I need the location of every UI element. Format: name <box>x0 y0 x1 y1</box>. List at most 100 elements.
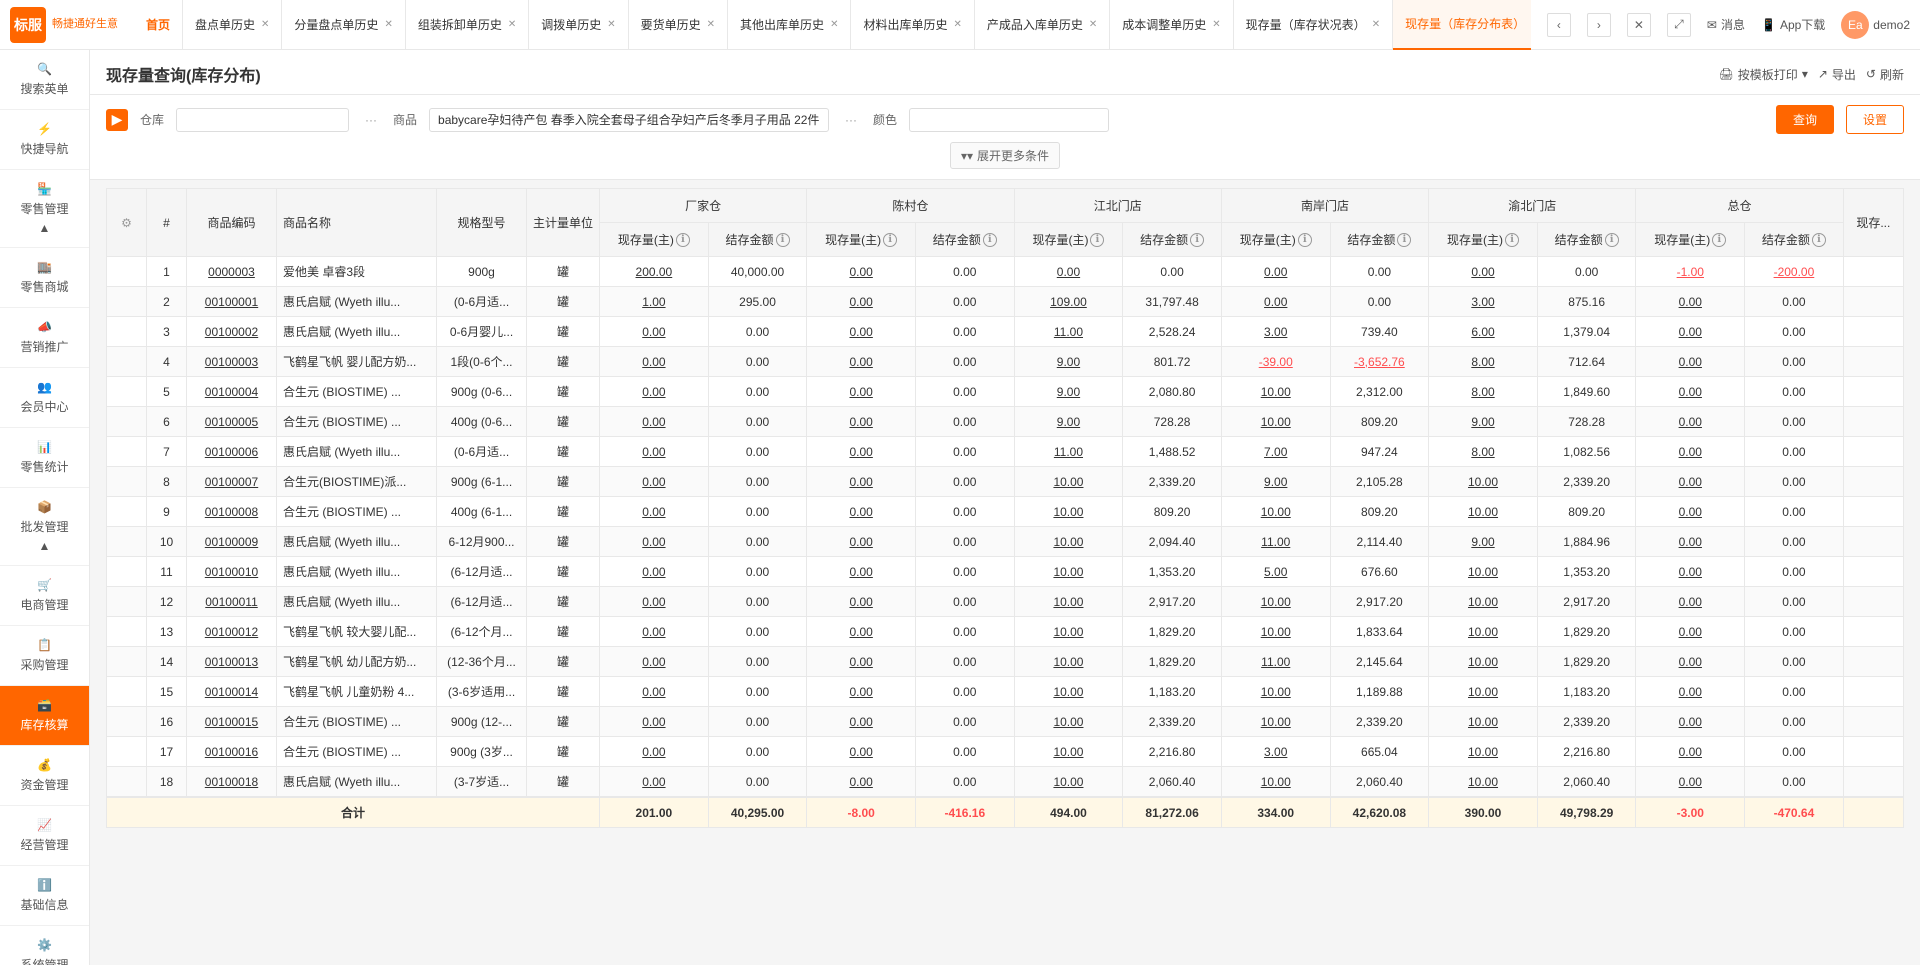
tab-next-btn[interactable]: › <box>1587 13 1611 37</box>
tab-close-icon[interactable]: ✕ <box>830 19 838 30</box>
table-cell[interactable]: 10.00 <box>1221 377 1330 407</box>
table-cell[interactable]: 10.00 <box>1014 617 1123 647</box>
tab-close-icon[interactable]: ✕ <box>384 19 392 30</box>
row-code[interactable]: 00100007 <box>187 467 277 497</box>
table-cell[interactable]: 0.00 <box>807 737 916 767</box>
tab-material_out[interactable]: 材料出库单历史✕ <box>851 0 974 50</box>
table-cell[interactable]: 0.00 <box>807 497 916 527</box>
tab-stock_status[interactable]: 现存量（库存状况表）✕ <box>1234 0 1393 50</box>
table-cell[interactable]: 0.00 <box>1636 707 1745 737</box>
tab-stock_dist[interactable]: 现存量（库存分布表）✕ <box>1393 0 1531 50</box>
tab-close-icon[interactable]: ✕ <box>508 19 516 30</box>
table-cell[interactable]: 10.00 <box>1221 707 1330 737</box>
row-code[interactable]: 00100005 <box>187 407 277 437</box>
table-cell[interactable]: 0.00 <box>1636 407 1745 437</box>
row-code[interactable]: 00100009 <box>187 527 277 557</box>
table-cell[interactable]: 0.00 <box>600 377 709 407</box>
export-btn[interactable]: ↗ 导出 <box>1818 66 1856 83</box>
table-cell[interactable]: 9.00 <box>1014 347 1123 377</box>
table-cell[interactable]: 7.00 <box>1221 437 1330 467</box>
row-code[interactable]: 00100004 <box>187 377 277 407</box>
refresh-btn[interactable]: ↺ 刷新 <box>1866 66 1904 83</box>
table-cell[interactable]: 0.00 <box>1636 737 1745 767</box>
table-cell[interactable]: 0.00 <box>807 617 916 647</box>
filter-expand-btn[interactable]: ▶ <box>106 109 128 131</box>
table-cell[interactable]: 0.00 <box>1636 437 1745 467</box>
tab-combo[interactable]: 组装拆卸单历史✕ <box>406 0 529 50</box>
sidebar-item-retail_mgmt[interactable]: 🏪零售管理▲ <box>0 170 89 248</box>
table-cell[interactable]: 0.00 <box>600 767 709 798</box>
table-cell[interactable]: 10.00 <box>1014 527 1123 557</box>
table-cell[interactable]: 0.00 <box>600 677 709 707</box>
message-btn[interactable]: ✉ 消息 <box>1707 16 1745 33</box>
sidebar-item-finance[interactable]: 💰资金管理 <box>0 746 89 806</box>
table-cell[interactable]: 8.00 <box>1429 437 1538 467</box>
table-cell[interactable]: 10.00 <box>1429 557 1538 587</box>
table-cell[interactable]: 0.00 <box>600 497 709 527</box>
sidebar-item-ecommerce[interactable]: 🛒电商管理 <box>0 566 89 626</box>
table-cell[interactable]: 10.00 <box>1429 767 1538 798</box>
row-code[interactable]: 00100014 <box>187 677 277 707</box>
table-cell[interactable]: 0.00 <box>1014 257 1123 287</box>
table-cell[interactable]: 10.00 <box>1221 677 1330 707</box>
table-cell[interactable]: 10.00 <box>1429 647 1538 677</box>
sidebar-item-retail_store[interactable]: 🏬零售商城 <box>0 248 89 308</box>
tab-home[interactable]: 首页 <box>134 0 183 50</box>
table-cell[interactable]: 0.00 <box>1636 557 1745 587</box>
warehouse-input[interactable] <box>176 108 349 132</box>
table-cell[interactable]: 10.00 <box>1014 647 1123 677</box>
table-cell[interactable]: 1.00 <box>600 287 709 317</box>
table-cell[interactable]: -1.00 <box>1636 257 1745 287</box>
row-code[interactable]: 00100016 <box>187 737 277 767</box>
table-cell[interactable]: 0.00 <box>600 437 709 467</box>
row-code[interactable]: 00100012 <box>187 617 277 647</box>
table-cell[interactable]: 9.00 <box>1014 407 1123 437</box>
table-cell[interactable]: 0.00 <box>807 377 916 407</box>
row-code[interactable]: 00100006 <box>187 437 277 467</box>
print-btn[interactable]: 🖨 按模板打印 ▾ <box>1719 66 1808 83</box>
settings-button[interactable]: 设置 <box>1846 105 1904 134</box>
table-cell[interactable]: 0.00 <box>600 707 709 737</box>
tab-maximize-btn[interactable]: ⤢ <box>1667 13 1691 37</box>
table-cell[interactable]: 10.00 <box>1429 617 1538 647</box>
table-cell[interactable]: 0.00 <box>600 317 709 347</box>
table-cell[interactable]: 0.00 <box>1636 587 1745 617</box>
sidebar-item-basic[interactable]: ℹ️基础信息 <box>0 866 89 926</box>
table-cell[interactable]: 0.00 <box>1636 347 1745 377</box>
table-cell[interactable]: 0.00 <box>807 407 916 437</box>
sidebar-item-shortcut[interactable]: ⚡快捷导航 <box>0 110 89 170</box>
warehouse-dots[interactable]: ··· <box>361 109 381 131</box>
row-code[interactable]: 00100013 <box>187 647 277 677</box>
table-cell[interactable]: 3.00 <box>1221 737 1330 767</box>
th-settings[interactable]: ⚙ <box>107 189 147 257</box>
table-cell[interactable]: 11.00 <box>1221 527 1330 557</box>
user-menu[interactable]: Ea demo2 <box>1841 11 1910 39</box>
table-cell[interactable]: 0.00 <box>807 437 916 467</box>
table-cell[interactable]: 10.00 <box>1221 587 1330 617</box>
tab-close-icon[interactable]: ✕ <box>1372 19 1380 30</box>
table-cell[interactable]: 0.00 <box>1636 497 1745 527</box>
row-code[interactable]: 00100010 <box>187 557 277 587</box>
table-cell[interactable]: 9.00 <box>1429 527 1538 557</box>
table-cell[interactable]: 200.00 <box>600 257 709 287</box>
table-cell[interactable]: 10.00 <box>1429 677 1538 707</box>
table-cell[interactable]: 0.00 <box>807 257 916 287</box>
goods-dots[interactable]: ··· <box>841 109 861 131</box>
table-cell[interactable]: 0.00 <box>1221 257 1330 287</box>
table-cell[interactable]: 10.00 <box>1221 617 1330 647</box>
table-cell[interactable]: 0.00 <box>807 527 916 557</box>
table-cell[interactable]: 0.00 <box>807 767 916 798</box>
table-cell[interactable]: 0.00 <box>807 647 916 677</box>
table-cell[interactable]: 10.00 <box>1429 587 1538 617</box>
table-cell[interactable]: 0.00 <box>807 347 916 377</box>
table-cell[interactable]: 10.00 <box>1221 767 1330 798</box>
table-cell[interactable]: 10.00 <box>1014 677 1123 707</box>
table-cell[interactable]: 0.00 <box>807 287 916 317</box>
table-cell[interactable]: 10.00 <box>1221 407 1330 437</box>
tab-product_in[interactable]: 产成品入库单历史✕ <box>975 0 1110 50</box>
goods-input[interactable] <box>429 108 829 132</box>
table-cell[interactable]: 0.00 <box>1636 617 1745 647</box>
tab-stocktake[interactable]: 盘点单历史✕ <box>183 0 282 50</box>
table-cell[interactable]: 10.00 <box>1014 737 1123 767</box>
tab-close-icon[interactable]: ✕ <box>707 19 715 30</box>
